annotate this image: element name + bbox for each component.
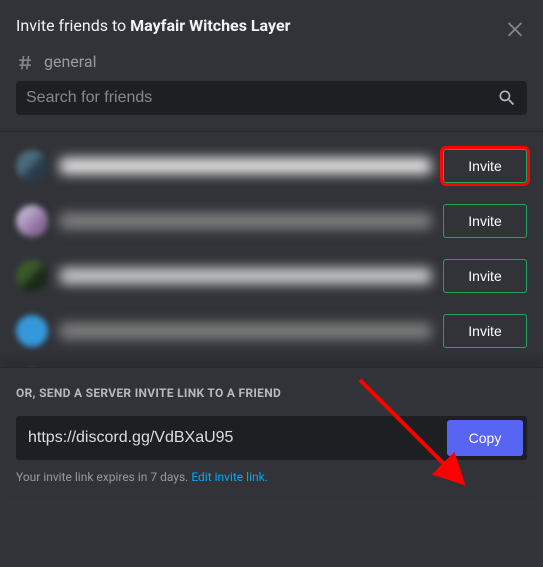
friend-username — [60, 158, 431, 174]
avatar — [16, 150, 48, 182]
edit-invite-link[interactable]: Edit invite link. — [191, 470, 268, 484]
search-icon — [497, 88, 517, 108]
channel-hint: general — [0, 43, 543, 81]
close-button[interactable] — [503, 16, 527, 40]
invite-button[interactable]: Invite — [443, 314, 527, 348]
friend-row[interactable]: Invite — [16, 142, 527, 189]
invite-link-section: OR, SEND A SERVER INVITE LINK TO A FRIEN… — [0, 367, 543, 494]
section-label: OR, SEND A SERVER INVITE LINK TO A FRIEN… — [16, 386, 527, 400]
expiry-text: Your invite link expires in 7 days. Edit… — [16, 470, 527, 484]
server-name: Mayfair Witches Layer — [130, 16, 290, 35]
hash-icon — [16, 51, 36, 71]
copy-button[interactable]: Copy — [447, 420, 523, 456]
invite-button[interactable]: Invite — [443, 204, 527, 238]
close-icon — [504, 17, 526, 39]
friend-username — [60, 213, 431, 229]
expiry-message: Your invite link expires in 7 days. — [16, 470, 191, 484]
search-box[interactable] — [16, 81, 527, 115]
search-input[interactable] — [26, 81, 497, 115]
friend-row[interactable]: Invite — [16, 252, 527, 299]
avatar — [16, 315, 48, 347]
modal-title: Invite friends to Mayfair Witches Layer — [16, 16, 527, 35]
avatar — [16, 205, 48, 237]
avatar — [16, 260, 48, 292]
friend-username — [60, 268, 431, 284]
invite-link-row: Copy — [16, 416, 527, 460]
invite-link-input[interactable] — [20, 420, 447, 456]
invite-button[interactable]: Invite — [443, 149, 527, 183]
title-prefix: Invite friends to — [16, 16, 130, 35]
invite-button[interactable]: Invite — [443, 259, 527, 293]
friends-list: Invite Invite Invite Invite — [0, 132, 543, 367]
friend-username — [60, 323, 431, 339]
friend-row[interactable]: Invite — [16, 307, 527, 354]
channel-name: general — [44, 52, 97, 71]
friend-row[interactable]: Invite — [16, 197, 527, 244]
